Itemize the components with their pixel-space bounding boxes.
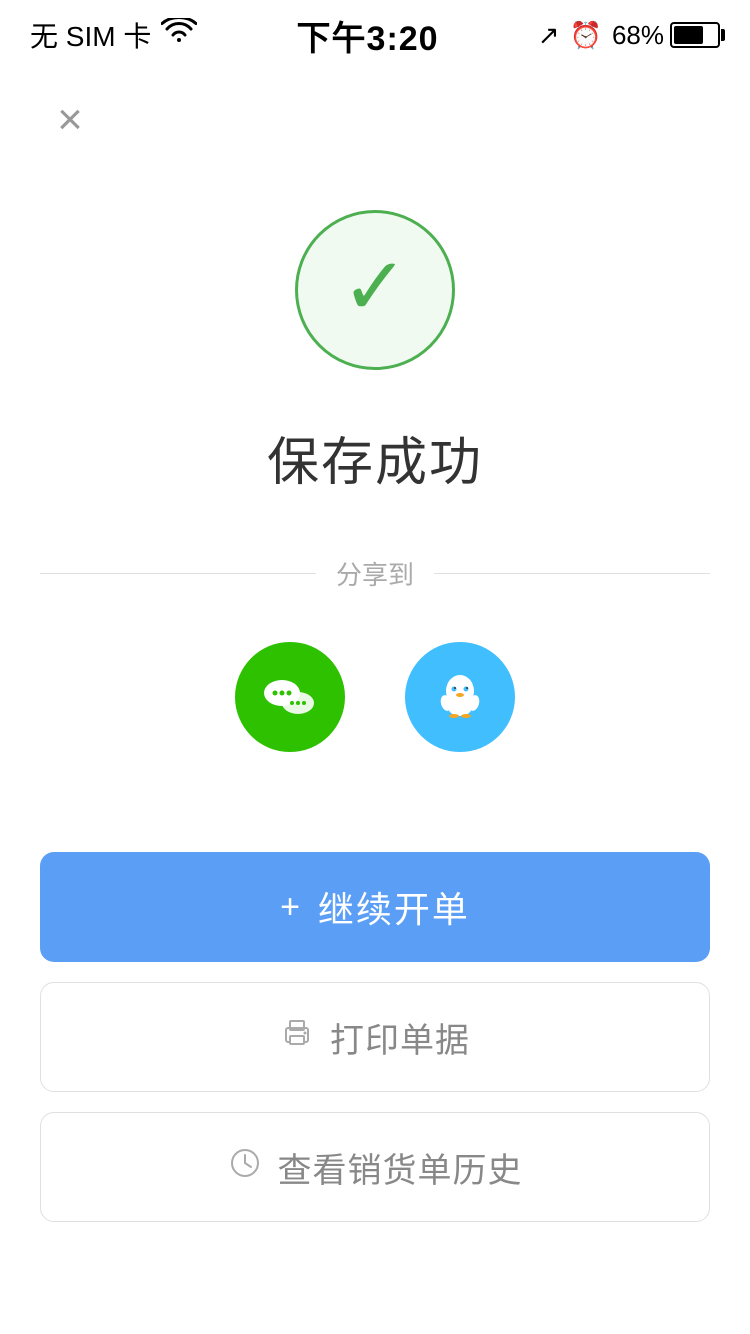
plus-icon: + (280, 888, 302, 927)
print-label: 打印单据 (330, 1013, 470, 1062)
battery-percent: 68% (612, 20, 664, 51)
history-button[interactable]: 查看销货单历史 (40, 1112, 710, 1222)
history-label: 查看销货单历史 (278, 1143, 523, 1192)
alarm-icon: ⏰ (570, 20, 602, 51)
print-button[interactable]: 打印单据 (40, 982, 710, 1092)
carrier-text: 无 SIM 卡 (30, 15, 151, 55)
continue-label: 继续开单 (318, 881, 470, 933)
close-button[interactable]: × (40, 90, 100, 150)
wechat-icon (258, 665, 322, 729)
location-icon: ↗ (538, 20, 560, 51)
success-circle: ✓ (295, 210, 455, 370)
clock-icon (228, 1146, 262, 1189)
wifi-icon (161, 18, 197, 53)
share-divider: 分享到 (40, 555, 710, 592)
status-carrier: 无 SIM 卡 (30, 15, 197, 55)
share-section: 分享到 (40, 555, 710, 772)
checkmark-icon: ✓ (341, 247, 408, 327)
action-buttons-container: + 继续开单 打印单据 (40, 822, 710, 1252)
qq-icon (432, 669, 488, 725)
success-title: 保存成功 (267, 420, 483, 495)
status-time: 下午3:20 (297, 11, 439, 60)
printer-icon (280, 1016, 314, 1059)
close-icon: × (57, 98, 83, 142)
battery-indicator: 68% (612, 20, 720, 51)
status-bar: 无 SIM 卡 下午3:20 ↗ ⏰ 68% (0, 0, 750, 70)
continue-button[interactable]: + 继续开单 (40, 852, 710, 962)
battery-icon (670, 22, 720, 48)
qq-share-button[interactable] (405, 642, 515, 752)
battery-fill (674, 26, 703, 44)
share-label: 分享到 (336, 555, 414, 592)
share-icons-container (40, 642, 710, 752)
status-right-section: ↗ ⏰ 68% (538, 20, 720, 51)
divider-line-left (40, 573, 316, 574)
divider-line-right (434, 573, 710, 574)
main-content: ✓ 保存成功 分享到 (0, 150, 750, 1252)
wechat-share-button[interactable] (235, 642, 345, 752)
